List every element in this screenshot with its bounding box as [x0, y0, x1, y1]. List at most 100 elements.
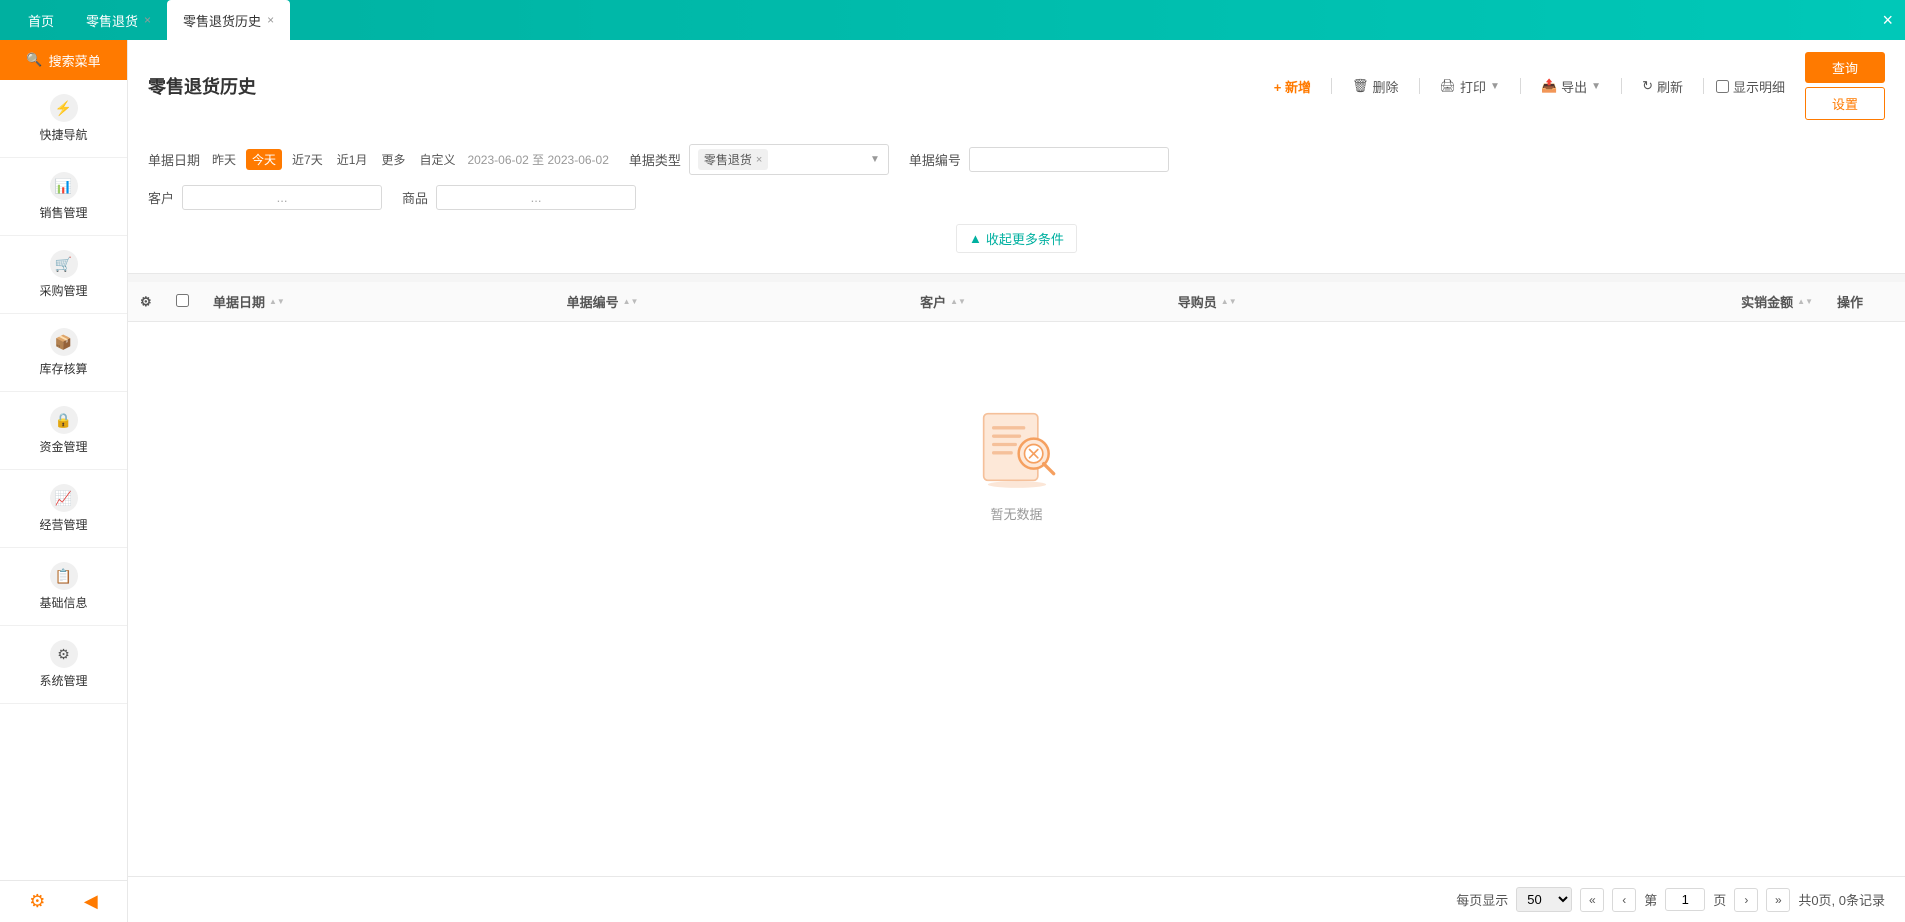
sidebar-item-quick-nav[interactable]: ⚡ 快捷导航 [0, 80, 127, 158]
export-button[interactable]: 📤 导出 ▼ [1533, 73, 1609, 100]
th-number-label: 单据编号 [567, 292, 619, 311]
type-filter-remove-icon[interactable]: × [756, 154, 762, 166]
top-nav-right: × [1862, 10, 1893, 31]
product-filter-label: 商品 [402, 188, 428, 207]
customer-filter-label: 客户 [148, 188, 174, 207]
type-filter-tag-label: 零售退货 [704, 151, 752, 168]
sidebar: 🔍 搜索菜单 ⚡ 快捷导航 📊 销售管理 🛒 采购管理 📦 库存核算 🔒 [0, 40, 128, 922]
next-page-button[interactable]: › [1734, 888, 1758, 912]
tab-retail-return-history-label: 零售退货历史 [183, 11, 261, 30]
number-filter: 单据编号 [909, 147, 1169, 172]
page-number-input[interactable] [1665, 888, 1705, 911]
total-record-label: 共0页, 0条记录 [1798, 890, 1885, 909]
toolbar-divider-2 [1419, 78, 1420, 94]
th-number-sort[interactable]: 单据编号 ▲▼ [567, 292, 897, 311]
tab-home-label: 首页 [28, 11, 54, 30]
th-action-label: 操作 [1837, 295, 1863, 310]
print-button[interactable]: 🖨 打印 ▼ [1432, 73, 1508, 100]
system-mgmt-icon: ⚙ [50, 640, 78, 668]
type-filter: 单据类型 零售退货 × ▼ [629, 144, 889, 175]
table-body: 暂无数据 [128, 322, 1905, 604]
date-shortcut-7days[interactable]: 近7天 [288, 149, 327, 170]
collapse-row: ▲ 收起更多条件 [148, 220, 1885, 257]
date-shortcut-custom[interactable]: 自定义 [415, 149, 459, 170]
sidebar-collapse-icon[interactable]: ◀ [84, 891, 98, 912]
print-dropdown-icon: ▼ [1490, 81, 1500, 92]
sidebar-item-inventory[interactable]: 📦 库存核算 [0, 314, 127, 392]
th-amount-sort[interactable]: 实销金额 ▲▼ [1483, 292, 1813, 311]
top-nav-close[interactable]: × [1882, 10, 1893, 31]
table-header-row: ⚙ 单据日期 ▲▼ 单据编号 [128, 282, 1905, 322]
sidebar-item-basic-info[interactable]: 📋 基础信息 [0, 548, 127, 626]
product-filter-btn[interactable]: ... [436, 185, 636, 210]
date-shortcut-more[interactable]: 更多 [377, 149, 409, 170]
th-action: 操作 [1825, 282, 1905, 322]
th-guide-sort[interactable]: 导购员 ▲▼ [1178, 292, 1460, 311]
toolbar-divider-4 [1621, 78, 1622, 94]
toolbar: + 新增 🗑 删除 🖨 打印 ▼ 📤 导出 [1266, 52, 1885, 120]
page-title-row: 零售退货历史 + 新增 🗑 删除 🖨 打印 ▼ [148, 52, 1885, 120]
date-shortcut-today[interactable]: 今天 [246, 149, 282, 170]
page-size-select[interactable]: 50 20 100 [1516, 887, 1572, 912]
th-guide-label: 导购员 [1178, 292, 1217, 311]
th-date: 单据日期 ▲▼ [201, 282, 555, 322]
type-filter-select[interactable]: 零售退货 × ▼ [689, 144, 889, 175]
sidebar-item-system-mgmt-label: 系统管理 [39, 672, 87, 689]
display-toggle-checkbox[interactable] [1716, 80, 1729, 93]
th-number: 单据编号 ▲▼ [555, 282, 909, 322]
tab-retail-return-close[interactable]: × [144, 13, 151, 27]
tab-bar: 首页 零售退货 × 零售退货历史 × [12, 0, 1862, 40]
sidebar-item-system-mgmt[interactable]: ⚙ 系统管理 [0, 626, 127, 704]
th-customer-sort-icon: ▲▼ [950, 298, 966, 306]
sidebar-item-purchase-mgmt[interactable]: 🛒 采购管理 [0, 236, 127, 314]
th-amount: 实销金额 ▲▼ [1471, 282, 1825, 322]
date-shortcuts: 昨天 今天 近7天 近1月 更多 自定义 [208, 149, 459, 170]
toolbar-divider-1 [1331, 78, 1332, 94]
settings-button[interactable]: 设置 [1805, 87, 1885, 120]
basic-info-icon: 📋 [50, 562, 78, 590]
query-button[interactable]: 查询 [1805, 52, 1885, 83]
sidebar-settings-icon[interactable]: ⚙ [29, 891, 45, 912]
number-filter-label: 单据编号 [909, 150, 961, 169]
sidebar-search[interactable]: 🔍 搜索菜单 [0, 40, 127, 80]
delete-button[interactable]: 🗑 删除 [1344, 73, 1407, 100]
prev-page-button[interactable]: ‹ [1612, 888, 1636, 912]
sidebar-bottom: ⚙ ◀ [0, 880, 127, 922]
tab-retail-return-history-close[interactable]: × [267, 13, 274, 27]
sales-mgmt-icon: 📊 [50, 172, 78, 200]
sidebar-item-quick-nav-label: 快捷导航 [39, 126, 87, 143]
display-toggle[interactable]: 显示明细 [1716, 77, 1785, 96]
th-date-label: 单据日期 [213, 292, 265, 311]
th-date-sort[interactable]: 单据日期 ▲▼ [213, 292, 543, 311]
date-shortcut-1month[interactable]: 近1月 [333, 149, 372, 170]
sidebar-item-finance-mgmt[interactable]: 🔒 资金管理 [0, 392, 127, 470]
product-filter: 商品 ... [402, 185, 636, 210]
refresh-button[interactable]: ↻ 刷新 [1634, 73, 1691, 100]
tab-home[interactable]: 首页 [12, 0, 70, 40]
sidebar-item-operations-mgmt[interactable]: 📈 经营管理 [0, 470, 127, 548]
last-page-button[interactable]: » [1766, 888, 1790, 912]
sidebar-item-basic-info-label: 基础信息 [39, 594, 87, 611]
sidebar-item-purchase-mgmt-label: 采购管理 [39, 282, 87, 299]
empty-state-text: 暂无数据 [990, 504, 1042, 523]
tab-retail-return[interactable]: 零售退货 × [70, 0, 167, 40]
export-label: 导出 [1561, 77, 1587, 96]
finance-mgmt-icon: 🔒 [50, 406, 78, 434]
first-page-button[interactable]: « [1580, 888, 1604, 912]
content-area: 零售退货历史 + 新增 🗑 删除 🖨 打印 ▼ [128, 40, 1905, 922]
collapse-button[interactable]: ▲ 收起更多条件 [956, 224, 1077, 253]
date-range-display: 2023-06-02 至 2023-06-02 [467, 151, 608, 168]
new-button[interactable]: + 新增 [1266, 73, 1319, 100]
number-filter-input[interactable] [969, 147, 1169, 172]
date-shortcut-yesterday[interactable]: 昨天 [208, 149, 240, 170]
th-customer-label: 客户 [920, 292, 946, 311]
th-customer-sort[interactable]: 客户 ▲▼ [920, 292, 1154, 311]
table-select-all-checkbox[interactable] [176, 294, 189, 307]
filter-area: 单据日期 昨天 今天 近7天 近1月 更多 自定义 2023-06-02 至 2… [148, 132, 1885, 273]
table-settings-icon[interactable]: ⚙ [140, 294, 152, 309]
tab-retail-return-history[interactable]: 零售退货历史 × [167, 0, 290, 40]
sidebar-item-sales-mgmt[interactable]: 📊 销售管理 [0, 158, 127, 236]
customer-filter-btn[interactable]: ... [182, 185, 382, 210]
date-filter-label: 单据日期 [148, 150, 200, 169]
th-date-sort-icon: ▲▼ [269, 298, 285, 306]
